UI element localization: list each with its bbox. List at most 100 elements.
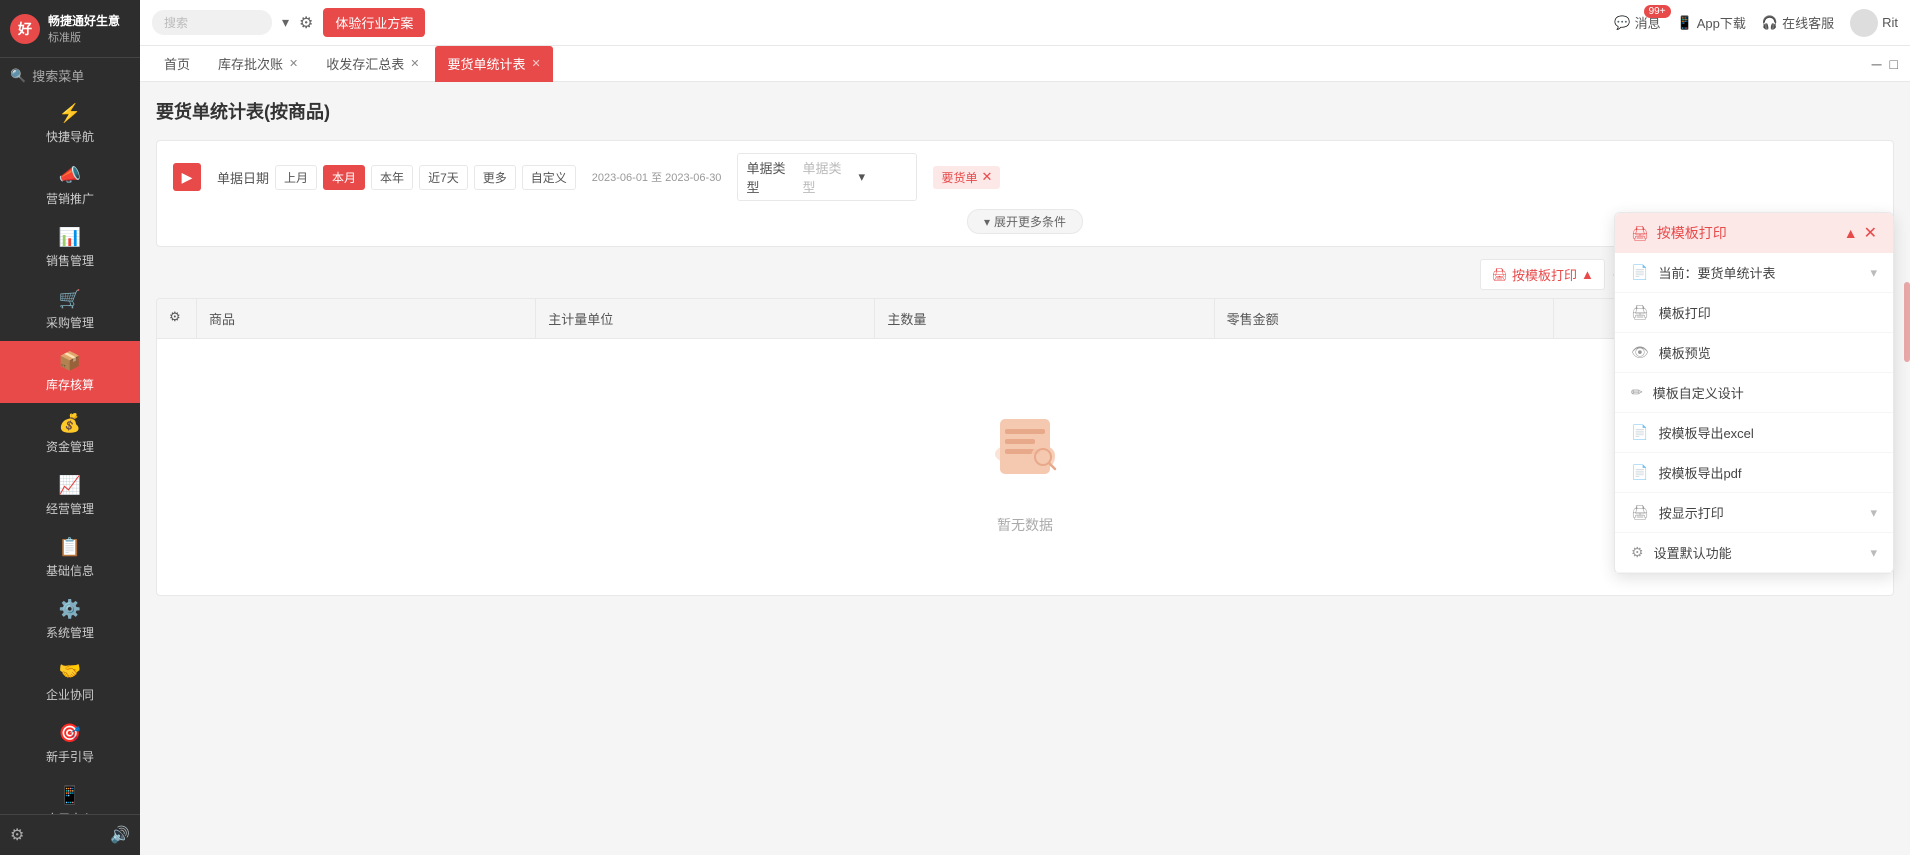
table-col-quantity: 主数量	[875, 299, 1214, 338]
sidebar-search[interactable]: 🔍 搜索菜单	[0, 58, 140, 93]
operations-icon: 📈	[59, 475, 81, 496]
main-content: 搜索 ▾ ⚙ 体验行业方案 💬 消息 99+ 📱 App下载 🎧 在线客服 Ri…	[140, 0, 1910, 855]
scroll-indicator	[1904, 282, 1910, 362]
system-icon: ⚙️	[59, 599, 81, 620]
messages-badge: 99+	[1644, 5, 1671, 18]
sidebar-item-sales[interactable]: 📊 销售管理	[0, 217, 140, 279]
date-filter: 单据日期 上月 本月 本年 近7天 更多 自定义	[217, 165, 576, 190]
user-avatar[interactable]: Rit	[1850, 9, 1898, 37]
date-btn-prev-month[interactable]: 上月	[275, 165, 317, 190]
appstore-icon: 📱	[59, 785, 81, 806]
dropdown-item-template-export-excel[interactable]: 📄 按模板导出excel	[1615, 413, 1893, 453]
date-btn-more[interactable]: 更多	[474, 165, 516, 190]
sidebar-item-appstore[interactable]: 📱 应用中心	[0, 775, 140, 814]
date-btn-current-month[interactable]: 本月	[323, 165, 365, 190]
filter-row: ▶ 单据日期 上月 本月 本年 近7天 更多 自定义 2023-06-01 至 …	[173, 153, 1877, 201]
dropdown-item-template-custom[interactable]: ✏ 模板自定义设计	[1615, 373, 1893, 413]
purchase-icon: 🛒	[59, 289, 81, 310]
settings-bottom-icon[interactable]: ⚙	[10, 825, 24, 845]
sidebar-item-finance[interactable]: 💰 资金管理	[0, 403, 140, 465]
sidebar-item-purchase[interactable]: 🛒 采购管理	[0, 279, 140, 341]
tab-receipts-summary[interactable]: 收发存汇总表 ✕	[314, 46, 431, 82]
messages-item[interactable]: 💬 消息 99+	[1614, 13, 1660, 32]
sidebar-item-inventory[interactable]: 📦 库存核算	[0, 341, 140, 403]
dropdown-section-set-default[interactable]: ⚙ 设置默认功能 ▾	[1615, 533, 1893, 573]
online-service-item[interactable]: 🎧 在线客服	[1762, 13, 1834, 32]
dropdown-item-template-preview[interactable]: 👁 模板预览	[1615, 333, 1893, 373]
trial-button[interactable]: 体验行业方案	[323, 8, 425, 37]
display-print-chevron: ▾	[1870, 505, 1877, 521]
tag-close-icon[interactable]: ✕	[981, 169, 992, 185]
template-custom-icon: ✏	[1631, 384, 1643, 401]
date-btn-current-year[interactable]: 本年	[371, 165, 413, 190]
date-range: 2023-06-01 至 2023-06-30	[592, 169, 722, 185]
topbar-right: 💬 消息 99+ 📱 App下载 🎧 在线客服 Rit	[1614, 9, 1898, 37]
tab-close-receipts-summary[interactable]: ✕	[410, 57, 419, 70]
sidebar-item-system[interactable]: ⚙️ 系统管理	[0, 589, 140, 651]
print-chevron-icon: ▲	[1581, 267, 1594, 282]
sidebar-logo: 好 畅捷通好生意 标准版	[0, 0, 140, 58]
dropdown-close-button[interactable]: ✕	[1864, 223, 1877, 243]
avatar-img	[1850, 9, 1878, 37]
table-col-retail: 零售金额	[1215, 299, 1554, 338]
template-preview-icon: 👁	[1631, 344, 1649, 361]
empty-state-illustration	[975, 399, 1075, 499]
marketing-icon: 📣	[59, 165, 81, 186]
set-default-icon: ⚙	[1631, 544, 1644, 561]
table-col-settings[interactable]: ⚙	[157, 299, 197, 338]
export-excel-icon: 📄	[1631, 424, 1648, 441]
enterprise-icon: 🤝	[59, 661, 81, 682]
app-download-item[interactable]: 📱 App下载	[1677, 13, 1746, 32]
quick-nav-icon: ⚡	[59, 103, 81, 124]
tab-close-batch-accounts[interactable]: ✕	[289, 57, 298, 70]
tab-close-order-stats[interactable]: ✕	[532, 57, 541, 70]
export-pdf-icon: 📄	[1631, 464, 1648, 481]
current-template-icon: 📄	[1631, 264, 1648, 281]
tabs-bar: 首页 库存批次账 ✕ 收发存汇总表 ✕ 要货单统计表 ✕ ─ □	[140, 46, 1910, 82]
service-icon: 🎧	[1762, 15, 1778, 31]
tab-batch-accounts[interactable]: 库存批次账 ✕	[206, 46, 310, 82]
tab-home[interactable]: 首页	[152, 46, 202, 82]
sound-bottom-icon[interactable]: 🔊	[110, 825, 130, 845]
order-goods-tag: 要货单 ✕	[933, 166, 1000, 189]
template-print-icon: 🖨	[1631, 304, 1649, 321]
sidebar-item-enterprise[interactable]: 🤝 企业协同	[0, 651, 140, 713]
logo-icon: 好	[10, 14, 40, 44]
expand-conditions-btn[interactable]: ▾ 展开更多条件	[967, 209, 1083, 234]
dropdown-item-template-export-pdf[interactable]: 📄 按模板导出pdf	[1615, 453, 1893, 493]
dropdown-section-display-print[interactable]: 🖨 按显示打印 ▾	[1615, 493, 1893, 533]
sidebar-item-guide[interactable]: 🎯 新手引导	[0, 713, 140, 775]
message-icon: 💬	[1614, 15, 1630, 31]
date-btn-custom[interactable]: 自定义	[522, 165, 576, 190]
date-btn-last-7-days[interactable]: 近7天	[419, 165, 468, 190]
guide-icon: 🎯	[59, 723, 81, 744]
dropdown-collapse-button[interactable]: ▲	[1844, 223, 1858, 243]
filter-expand-icon[interactable]: ▶	[173, 163, 201, 191]
template-print-button[interactable]: 🖨 按模板打印 ▲	[1480, 259, 1604, 290]
sidebar-bottom: ⚙ 🔊	[0, 814, 140, 855]
dropdown-item-template-print[interactable]: 🖨 模板打印	[1615, 293, 1893, 333]
sidebar-item-quick-nav[interactable]: ⚡ 快捷导航	[0, 93, 140, 155]
maximize-button[interactable]: □	[1890, 56, 1898, 72]
dropdown-current-template[interactable]: 📄 当前：要货单统计表 ▾	[1615, 253, 1893, 293]
app-icon: 📱	[1677, 15, 1693, 31]
minimize-button[interactable]: ─	[1872, 56, 1882, 72]
printer-header-icon: 🖨	[1631, 225, 1649, 242]
set-default-chevron: ▾	[1870, 545, 1877, 561]
topbar-settings-icon[interactable]: ⚙	[299, 13, 313, 33]
topbar-dropdown-icon[interactable]: ▾	[282, 14, 289, 31]
logo-text: 畅捷通好生意 标准版	[48, 12, 120, 45]
order-type-filter[interactable]: 单据类型 单据类型 ▾	[737, 153, 917, 201]
topbar-search-box: 搜索	[152, 10, 272, 35]
table-col-unit: 主计量单位	[536, 299, 875, 338]
display-print-icon: 🖨	[1631, 504, 1649, 521]
sidebar-item-marketing[interactable]: 📣 营销推广	[0, 155, 140, 217]
empty-state-text: 暂无数据	[997, 515, 1053, 535]
dropdown-menu-header: 🖨 按模板打印 ▲ ✕	[1615, 213, 1893, 253]
page-title: 要货单统计表(按商品)	[156, 98, 1894, 124]
sidebar-menu: ⚡ 快捷导航 📣 营销推广 📊 销售管理 🛒 采购管理 📦 库存核算 💰 资金管…	[0, 93, 140, 814]
printer-icon: 🖨	[1491, 267, 1508, 283]
sidebar-item-operations[interactable]: 📈 经营管理	[0, 465, 140, 527]
tab-order-stats[interactable]: 要货单统计表 ✕	[435, 46, 552, 82]
sidebar-item-basic[interactable]: 📋 基础信息	[0, 527, 140, 589]
